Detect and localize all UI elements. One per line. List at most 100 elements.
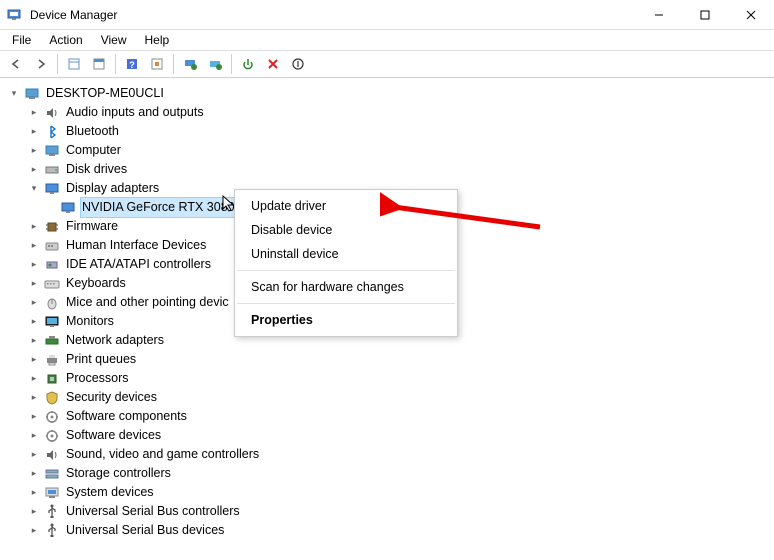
expand-icon[interactable]: ▸ <box>28 144 40 158</box>
tree-category[interactable]: ▸ Security devices <box>8 388 766 407</box>
menu-help[interactable]: Help <box>137 31 178 49</box>
expand-icon[interactable]: ▸ <box>28 315 40 329</box>
forward-button[interactable] <box>29 52 53 76</box>
tree-category-label: Software devices <box>64 426 163 445</box>
usb-icon <box>44 523 60 539</box>
monitor-icon <box>44 314 60 330</box>
menubar: File Action View Help <box>0 30 774 50</box>
scan-button[interactable] <box>178 52 202 76</box>
tree-category-label: Human Interface Devices <box>64 236 208 255</box>
expand-icon[interactable]: ▸ <box>28 372 40 386</box>
window-controls <box>636 0 774 29</box>
tree-category[interactable]: ▸ Software components <box>8 407 766 426</box>
display-icon <box>44 181 60 197</box>
speaker-icon <box>44 105 60 121</box>
show-hide-tree-button[interactable] <box>62 52 86 76</box>
tree-category-label: Software components <box>64 407 189 426</box>
svg-text:?: ? <box>129 60 135 70</box>
tree-category-label: System devices <box>64 483 156 502</box>
expand-icon[interactable]: ▸ <box>28 220 40 234</box>
maximize-button[interactable] <box>682 0 728 29</box>
expand-icon[interactable]: ▸ <box>28 353 40 367</box>
software-icon <box>44 428 60 444</box>
minimize-button[interactable] <box>636 0 682 29</box>
help-button[interactable]: ? <box>120 52 144 76</box>
tree-category[interactable]: ▸ Audio inputs and outputs <box>8 103 766 122</box>
ata-icon <box>44 257 60 273</box>
expand-icon[interactable]: ▸ <box>28 429 40 443</box>
disable-button[interactable] <box>286 52 310 76</box>
bluetooth-icon <box>44 124 60 140</box>
expand-icon[interactable]: ▾ <box>28 182 40 196</box>
titlebar: Device Manager <box>0 0 774 30</box>
tree-category-label: Firmware <box>64 217 120 236</box>
storage-icon <box>44 466 60 482</box>
toolbar: ? <box>0 50 774 78</box>
usb-icon <box>44 504 60 520</box>
keyboard-icon <box>44 276 60 292</box>
tree-category-label: Mice and other pointing devic <box>64 293 231 312</box>
chip-icon <box>44 219 60 235</box>
expand-icon[interactable]: ▸ <box>28 505 40 519</box>
action-button[interactable] <box>145 52 169 76</box>
expand-icon[interactable]: ▸ <box>28 524 40 538</box>
expand-icon[interactable]: ▸ <box>28 486 40 500</box>
tree-category[interactable]: ▸ Storage controllers <box>8 464 766 483</box>
system-icon <box>44 485 60 501</box>
expand-icon[interactable]: ▸ <box>28 239 40 253</box>
menu-file[interactable]: File <box>4 31 39 49</box>
tree-category[interactable]: ▸ Bluetooth <box>8 122 766 141</box>
close-button[interactable] <box>728 0 774 29</box>
security-icon <box>44 390 60 406</box>
expand-icon[interactable]: ▸ <box>28 334 40 348</box>
expand-icon[interactable]: ▸ <box>28 467 40 481</box>
tree-category[interactable]: ▸ Processors <box>8 369 766 388</box>
menu-action[interactable]: Action <box>41 31 90 49</box>
uninstall-button[interactable] <box>261 52 285 76</box>
context-separator <box>237 270 455 271</box>
context-separator <box>237 303 455 304</box>
menu-view[interactable]: View <box>93 31 135 49</box>
context-update-driver[interactable]: Update driver <box>235 194 457 218</box>
printer-icon <box>44 352 60 368</box>
collapse-icon[interactable]: ▾ <box>8 87 20 101</box>
context-properties[interactable]: Properties <box>235 308 457 332</box>
tree-category[interactable]: ▸ Computer <box>8 141 766 160</box>
computer-icon <box>44 143 60 159</box>
context-disable-device[interactable]: Disable device <box>235 218 457 242</box>
software-icon <box>44 409 60 425</box>
expand-icon[interactable]: ▸ <box>28 106 40 120</box>
expand-icon[interactable]: ▸ <box>28 258 40 272</box>
tree-root-label: DESKTOP-ME0UCLI <box>44 84 166 103</box>
window-title: Device Manager <box>30 8 636 22</box>
tree-category[interactable]: ▸ Universal Serial Bus controllers <box>8 502 766 521</box>
expand-icon[interactable]: ▸ <box>28 125 40 139</box>
speaker-icon <box>44 447 60 463</box>
tree-category-label: Disk drives <box>64 160 129 179</box>
expand-icon[interactable]: ▸ <box>28 448 40 462</box>
tree-category[interactable]: ▸ Sound, video and game controllers <box>8 445 766 464</box>
display-icon <box>60 200 76 216</box>
tree-category[interactable]: ▸ Universal Serial Bus devices <box>8 521 766 540</box>
back-button[interactable] <box>4 52 28 76</box>
expand-icon[interactable]: ▸ <box>28 410 40 424</box>
tree-device-label: NVIDIA GeForce RTX 3080 <box>80 197 237 218</box>
tree-category[interactable]: ▸ Disk drives <box>8 160 766 179</box>
context-scan-hardware[interactable]: Scan for hardware changes <box>235 275 457 299</box>
tree-category[interactable]: ▸ Print queues <box>8 350 766 369</box>
computer-icon <box>24 86 40 102</box>
expand-icon[interactable]: ▸ <box>28 391 40 405</box>
tree-category-label: Monitors <box>64 312 116 331</box>
expand-icon[interactable]: ▸ <box>28 163 40 177</box>
enable-button[interactable] <box>236 52 260 76</box>
network-icon <box>44 333 60 349</box>
tree-category[interactable]: ▸ System devices <box>8 483 766 502</box>
update-driver-button[interactable] <box>203 52 227 76</box>
tree-category-label: Print queues <box>64 350 138 369</box>
tree-root[interactable]: ▾ DESKTOP-ME0UCLI <box>8 84 766 103</box>
expand-icon[interactable]: ▸ <box>28 296 40 310</box>
context-uninstall-device[interactable]: Uninstall device <box>235 242 457 266</box>
tree-category[interactable]: ▸ Software devices <box>8 426 766 445</box>
expand-icon[interactable]: ▸ <box>28 277 40 291</box>
properties-button[interactable] <box>87 52 111 76</box>
